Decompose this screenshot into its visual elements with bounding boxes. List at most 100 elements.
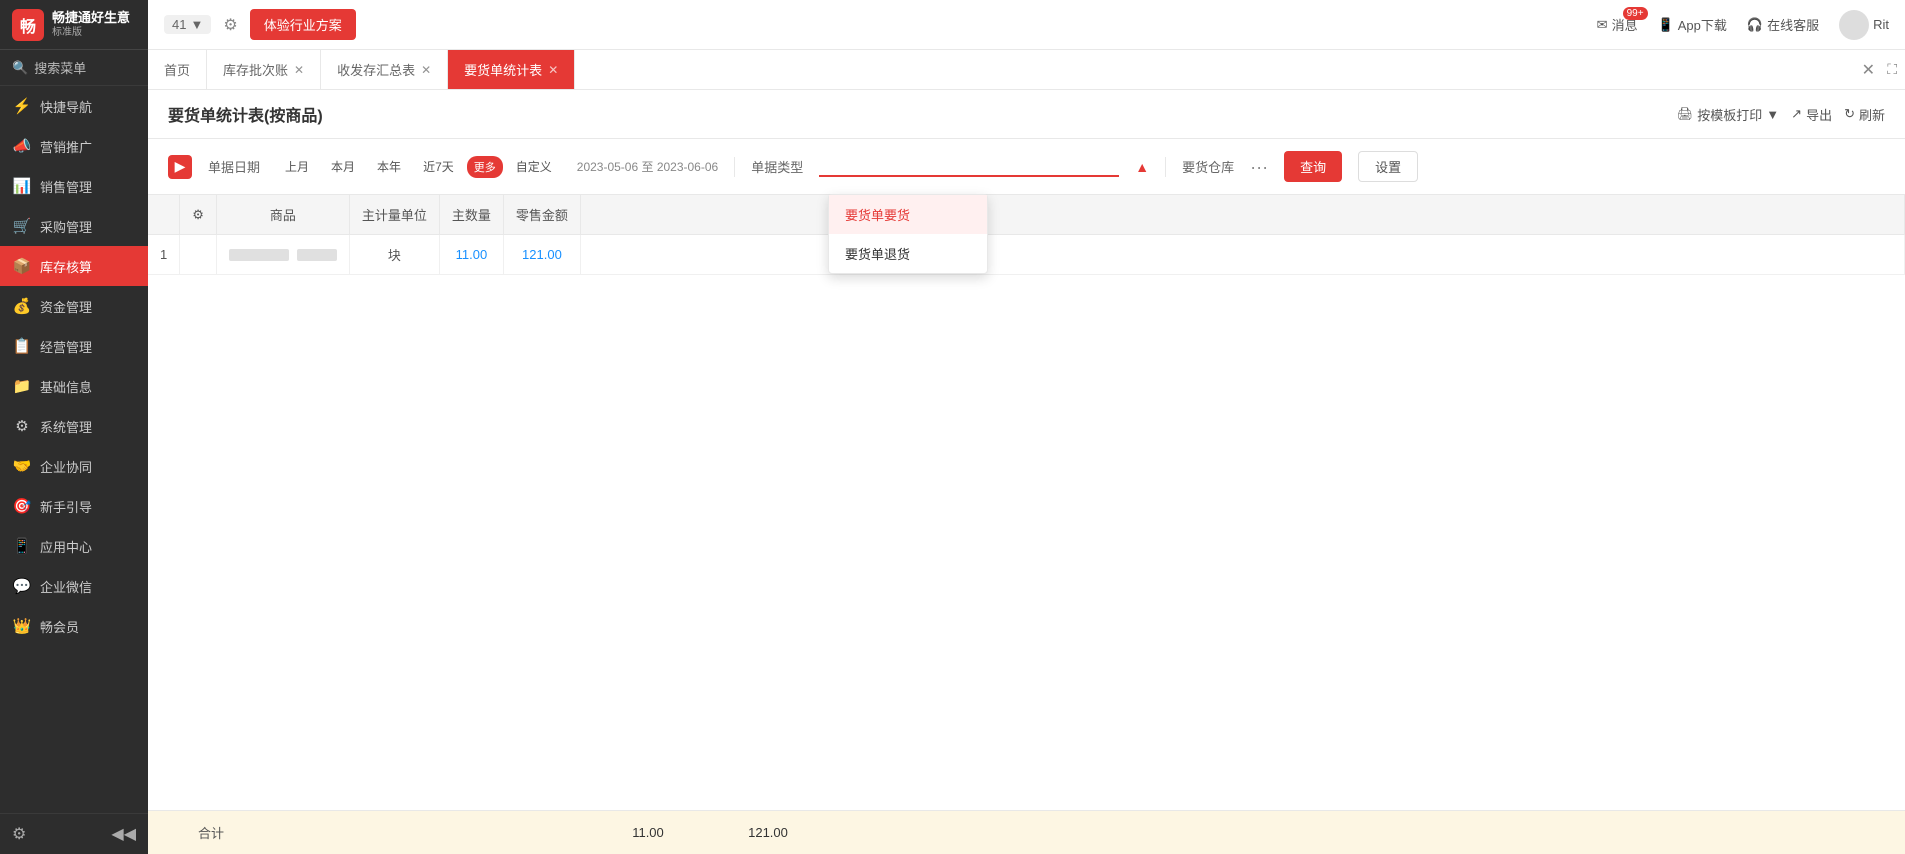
sidebar-item-label: 销售管理 [40,177,92,196]
product-name-placeholder [229,249,289,261]
sales-icon: 📊 [12,176,32,196]
maximize-icon[interactable]: ⛶ [1887,61,1897,78]
app-download-button[interactable]: 📱 App下载 [1658,15,1727,34]
sidebar-item-purchase[interactable]: 🛒 采购管理 [0,206,148,246]
export-icon: ↗ [1791,106,1802,122]
sidebar-item-marketing[interactable]: 📣 营销推广 [0,126,148,166]
col-quantity: 主数量 [439,195,503,235]
col-gear[interactable]: ⚙ [180,195,217,235]
tab-requisition-summary[interactable]: 要货单统计表 ✕ [448,50,575,89]
header-right: ✉ 消息 99+ 📱 App下载 🎧 在线客服 Rit [1597,10,1889,40]
sidebar-item-member[interactable]: 👑 畅会员 [0,606,148,646]
page-title: 要货单统计表(按商品) [168,102,323,126]
chevron-down-icon[interactable]: ▼ [190,17,203,32]
sidebar-item-app-center[interactable]: 📱 应用中心 [0,526,148,566]
tab-home[interactable]: 首页 [148,50,207,89]
filter-divider2 [1165,157,1166,177]
sidebar-item-enterprise[interactable]: 🤝 企业协同 [0,446,148,486]
tab-count-display: 41 ▼ [164,15,211,34]
amount-link[interactable]: 121.00 [522,247,562,262]
tab-count: 41 [172,17,186,32]
user-avatar [1839,10,1869,40]
header-gear-icon[interactable]: ⚙ [223,15,237,35]
filter-toggle-button[interactable]: ▶ [168,155,192,179]
main-area: 41 ▼ ⚙ 体验行业方案 ✉ 消息 99+ 📱 App下载 🎧 在线客服 R [148,0,1905,854]
sidebar-footer: ⚙ ◀◀ [0,813,148,854]
print-icon: 🖨 [1677,106,1694,122]
sidebar-nav: ⚡ 快捷导航 📣 营销推广 📊 销售管理 🛒 采购管理 📦 库存核算 💰 资金管… [0,86,148,813]
purchase-icon: 🛒 [12,216,32,236]
sidebar-item-label: 经营管理 [40,337,92,356]
query-button[interactable]: 查询 [1284,151,1342,182]
sidebar-item-label: 资金管理 [40,297,92,316]
date-btn-more[interactable]: 更多 [467,156,503,178]
date-btn-7days[interactable]: 近7天 [414,155,463,178]
sidebar-item-sales[interactable]: 📊 销售管理 [0,166,148,206]
search-icon: 🔍 [12,60,28,76]
messages-badge: 99+ [1623,7,1648,20]
header: 41 ▼ ⚙ 体验行业方案 ✉ 消息 99+ 📱 App下载 🎧 在线客服 R [148,0,1905,50]
sidebar-item-guide[interactable]: 🎯 新手引导 [0,486,148,526]
date-btn-last-month[interactable]: 上月 [276,155,318,178]
quantity-link[interactable]: 11.00 [456,247,488,262]
app-download-label: App下载 [1678,15,1727,34]
logo-main: 畅捷通好生意 [52,10,130,27]
export-button[interactable]: ↗ 导出 [1791,105,1832,124]
close-icon[interactable]: ✕ [421,63,431,77]
cell-amount: 121.00 [503,235,580,275]
tab-receive-summary[interactable]: 收发存汇总表 ✕ [321,50,448,89]
dropdown-item-req-return[interactable]: 要货单退货 [829,234,987,273]
print-template-button[interactable]: 🖨 按模板打印 ▼ [1677,105,1779,124]
chevron-down-icon[interactable]: ▼ [1766,107,1779,122]
product-code-placeholder [297,249,337,261]
tab-inventory-batch[interactable]: 库存批次账 ✕ [207,50,321,89]
refresh-button[interactable]: ↻ 刷新 [1844,105,1885,124]
sidebar-item-operations[interactable]: 📋 经营管理 [0,326,148,366]
type-filter-arrow[interactable]: ▲ [1135,159,1149,175]
quick-nav-icon: ⚡ [12,96,32,116]
col-amount: 零售金额 [503,195,580,235]
service-icon: 🎧 [1747,17,1763,33]
search-label: 搜索菜单 [34,58,86,77]
sidebar-item-label: 新手引导 [40,497,92,516]
promo-button[interactable]: 体验行业方案 [250,9,356,40]
sidebar-item-label: 营销推广 [40,137,92,156]
cell-extra [580,235,1904,275]
type-dropdown: 要货单要货 要货单退货 [828,194,988,274]
date-btn-this-year[interactable]: 本年 [368,155,410,178]
app-icon: 📱 [1658,17,1674,33]
sidebar-search[interactable]: 🔍 搜索菜单 [0,50,148,86]
logo-icon: 畅 [12,9,44,41]
close-icon[interactable]: ✕ [294,63,304,77]
messages-button[interactable]: ✉ 消息 99+ [1597,15,1638,34]
footer-label: 合计 [168,823,368,842]
guide-icon: 🎯 [12,496,32,516]
sidebar-item-wechat[interactable]: 💬 企业微信 [0,566,148,606]
close-icon[interactable]: ✕ [548,63,558,77]
inventory-icon: 📦 [12,256,32,276]
date-btn-this-month[interactable]: 本月 [322,155,364,178]
footer-amount: 121.00 [708,825,828,840]
tab-home-label: 首页 [164,60,190,79]
sidebar-item-label: 库存核算 [40,257,92,276]
sidebar-item-system[interactable]: ⚙ 系统管理 [0,406,148,446]
footer-settings-icon[interactable]: ⚙ [12,824,26,844]
tabs-bar: 首页 库存批次账 ✕ 收发存汇总表 ✕ 要货单统计表 ✕ ✕ ⛶ [148,50,1905,90]
user-menu[interactable]: Rit [1839,10,1889,40]
sidebar-item-inventory[interactable]: 📦 库存核算 [0,246,148,286]
customer-service-button[interactable]: 🎧 在线客服 [1747,15,1819,34]
more-filters-button[interactable]: ··· [1250,158,1268,176]
date-btn-custom[interactable]: 自定义 [507,155,561,178]
sidebar-item-basics[interactable]: 📁 基础信息 [0,366,148,406]
warehouse-filter-label: 要货仓库 [1182,157,1234,176]
cell-product [216,235,349,275]
dropdown-item-req-order[interactable]: 要货单要货 [829,195,987,234]
footer-collapse-icon[interactable]: ◀◀ [111,824,136,844]
sidebar-item-quick-nav[interactable]: ⚡ 快捷导航 [0,86,148,126]
type-filter-input[interactable] [819,156,1119,177]
header-left: 41 ▼ ⚙ 体验行业方案 [164,9,356,40]
close-all-icon[interactable]: ✕ [1862,60,1875,80]
sidebar-item-label: 基础信息 [40,377,92,396]
sidebar-item-finance[interactable]: 💰 资金管理 [0,286,148,326]
table-settings-button[interactable]: 设置 [1358,151,1418,182]
